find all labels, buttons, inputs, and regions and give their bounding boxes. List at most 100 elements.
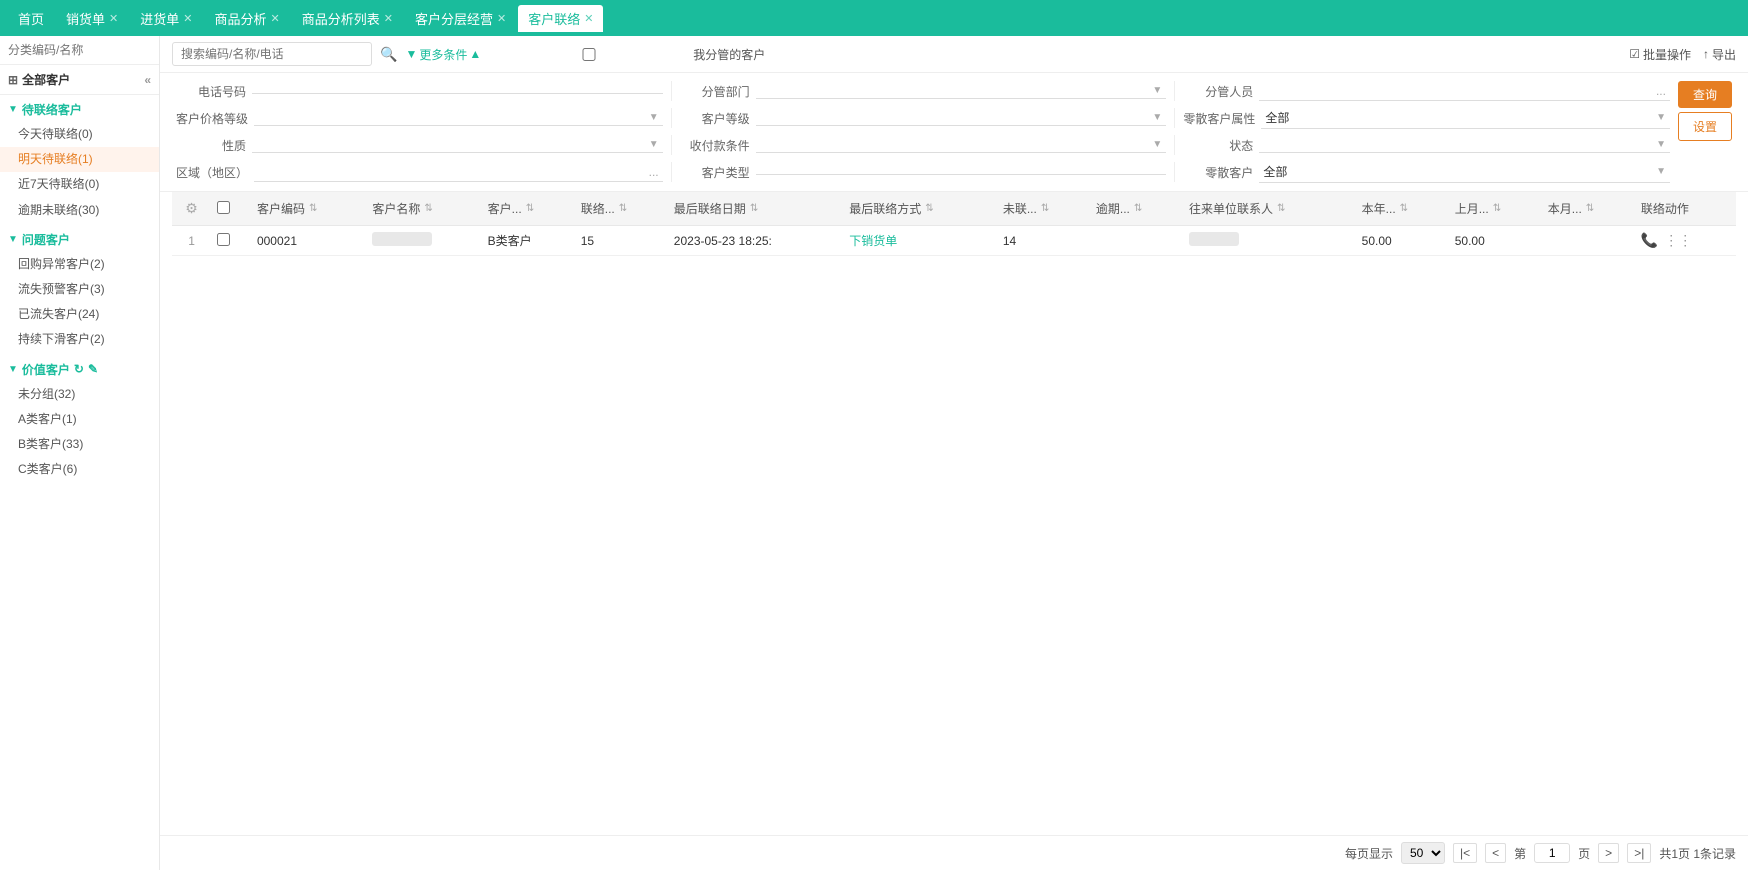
next-page-button[interactable]: >: [1598, 843, 1619, 863]
customer-grade-select[interactable]: ▼: [756, 110, 1167, 126]
prev-page-button[interactable]: <: [1485, 843, 1506, 863]
cell-contact-person: [1183, 226, 1356, 256]
my-customer-checkbox[interactable]: [489, 48, 689, 61]
retail-customer-select[interactable]: 全部 ▼: [1259, 161, 1670, 183]
action-more-icon[interactable]: ⋮⋮: [1664, 232, 1692, 249]
sidebar-search-input[interactable]: [8, 43, 160, 57]
row-number: 1: [172, 226, 211, 256]
blurred-name: [372, 232, 432, 246]
sidebar-item-7days[interactable]: 近7天待联络(0): [0, 172, 159, 197]
sidebar-section-title-value[interactable]: ▼ 价值客户 ↻ ✎: [0, 357, 159, 382]
th-this-year[interactable]: 本年... ⇅: [1356, 192, 1449, 226]
nav-home[interactable]: 首页: [8, 5, 54, 32]
page-number-input[interactable]: [1534, 843, 1570, 863]
sort-icon: ⇅: [1134, 203, 1142, 214]
nav-product-analysis-list[interactable]: 商品分析列表 ✕: [292, 5, 403, 32]
close-icon[interactable]: ✕: [183, 12, 192, 25]
row-select-checkbox[interactable]: [217, 233, 230, 246]
action-phone-icon[interactable]: 📞: [1641, 232, 1658, 249]
th-contact-person[interactable]: 往来单位联系人 ⇅: [1183, 192, 1356, 226]
query-button[interactable]: 查询: [1678, 81, 1732, 108]
cell-this-month: [1542, 226, 1635, 256]
sidebar-section-title-pending[interactable]: ▼ 待联络客户: [0, 97, 159, 122]
filter-customer-type: 客户类型: [680, 164, 1167, 181]
sidebar-item-overdue[interactable]: 逾期未联络(30): [0, 198, 159, 223]
sidebar-item-ungrouped[interactable]: 未分组(32): [0, 382, 159, 407]
th-name[interactable]: 客户名称 ⇅: [366, 192, 481, 226]
retail-attr-select[interactable]: 全部 ▼: [1261, 107, 1670, 129]
sidebar-item-type-c[interactable]: C类客户(6): [0, 457, 159, 482]
sidebar-item-repurchase-abnormal[interactable]: 回购异常客户(2): [0, 252, 159, 277]
sidebar-item-tomorrow[interactable]: 明天待联络(1): [0, 147, 159, 172]
nav-customer-tier[interactable]: 客户分层经营 ✕: [405, 5, 516, 32]
region-input[interactable]: ...: [254, 163, 663, 182]
nav-sales-order[interactable]: 销货单 ✕: [56, 5, 128, 32]
cell-last-month: 50.00: [1449, 226, 1542, 256]
collapse-icon[interactable]: «: [144, 73, 151, 87]
settings-icon[interactable]: ⚙: [185, 200, 198, 216]
export-button[interactable]: ↑ 导出: [1703, 46, 1736, 63]
my-customer-checkbox-label[interactable]: 我分管的客户: [489, 46, 765, 63]
price-grade-select[interactable]: ▼: [254, 110, 663, 126]
th-actions: 联络动作: [1635, 192, 1736, 226]
more-conditions-button[interactable]: ▼ 更多条件 ▲: [405, 46, 481, 63]
per-page-select[interactable]: 50: [1401, 842, 1445, 864]
close-icon[interactable]: ✕: [271, 12, 280, 25]
dots-icon: ...: [1656, 84, 1666, 98]
last-contact-link[interactable]: 下销货单: [849, 234, 897, 248]
nav-product-analysis[interactable]: 商品分析 ✕: [204, 5, 289, 32]
table-row: 1 000021 B类客户 15 2023-05-23 18:25: 下销货单: [172, 226, 1736, 256]
th-uncontacted[interactable]: 未联... ⇅: [997, 192, 1090, 226]
caret-icon: ▼: [1656, 112, 1666, 123]
refresh-icon[interactable]: ↻: [74, 362, 84, 376]
sort-icon: ⇅: [1586, 203, 1594, 214]
caret-icon: ▼: [1152, 85, 1162, 96]
th-code[interactable]: 客户编码 ⇅: [251, 192, 366, 226]
sidebar-all-customers[interactable]: ⊞ 全部客户 «: [0, 65, 159, 95]
close-icon[interactable]: ✕: [384, 12, 393, 25]
th-type[interactable]: 客户... ⇅: [482, 192, 575, 226]
manager-input[interactable]: ...: [1259, 82, 1670, 101]
search-input[interactable]: [172, 42, 372, 66]
set-button[interactable]: 设置: [1678, 112, 1732, 141]
sidebar-section-title-problem[interactable]: ▼ 问题客户: [0, 227, 159, 252]
filter-payment: 收付款条件 ▼: [680, 137, 1167, 154]
sidebar-item-today[interactable]: 今天待联络(0): [0, 122, 159, 147]
batch-op-button[interactable]: ☑ 批量操作: [1629, 46, 1691, 63]
phone-input[interactable]: [252, 89, 663, 94]
th-contacts[interactable]: 联络... ⇅: [575, 192, 668, 226]
th-last-contact-method[interactable]: 最后联络方式 ⇅: [843, 192, 997, 226]
close-icon[interactable]: ✕: [584, 12, 593, 25]
th-overdue[interactable]: 逾期... ⇅: [1090, 192, 1183, 226]
payment-select[interactable]: ▼: [756, 137, 1167, 153]
nature-select[interactable]: ▼: [252, 137, 663, 153]
page-label: 第: [1514, 845, 1526, 862]
th-this-month[interactable]: 本月... ⇅: [1542, 192, 1635, 226]
caret-icon: ▼: [1656, 139, 1666, 150]
sidebar-item-churn-warning[interactable]: 流失预警客户(3): [0, 277, 159, 302]
dots-icon: ...: [649, 165, 659, 179]
close-icon[interactable]: ✕: [109, 12, 118, 25]
cell-code: 000021: [251, 226, 366, 256]
nav-customer-contact[interactable]: 客户联络 ✕: [518, 5, 603, 32]
th-last-contact-date[interactable]: 最后联络日期 ⇅: [668, 192, 843, 226]
first-page-button[interactable]: |<: [1453, 843, 1477, 863]
sidebar-item-type-b[interactable]: B类客户(33): [0, 432, 159, 457]
edit-icon[interactable]: ✎: [88, 362, 98, 376]
filter-customer-grade: 客户等级 ▼: [680, 110, 1167, 127]
th-last-month[interactable]: 上月... ⇅: [1449, 192, 1542, 226]
sort-icon: ⇅: [1041, 203, 1049, 214]
customer-type-input[interactable]: [756, 170, 1167, 175]
sidebar-item-type-a[interactable]: A类客户(1): [0, 407, 159, 432]
search-button[interactable]: 🔍: [380, 46, 397, 63]
sidebar-item-declining[interactable]: 持续下滑客户(2): [0, 327, 159, 352]
sidebar-item-churned[interactable]: 已流失客户(24): [0, 302, 159, 327]
dept-select[interactable]: ▼: [756, 83, 1167, 99]
status-select[interactable]: ▼: [1259, 137, 1670, 153]
close-icon[interactable]: ✕: [497, 12, 506, 25]
last-page-button[interactable]: >|: [1627, 843, 1651, 863]
nav-purchase-order[interactable]: 进货单 ✕: [130, 5, 202, 32]
sort-icon: ⇅: [526, 203, 534, 214]
select-all-checkbox[interactable]: [217, 201, 230, 214]
sidebar-search-bar[interactable]: 🔍: [0, 36, 159, 65]
